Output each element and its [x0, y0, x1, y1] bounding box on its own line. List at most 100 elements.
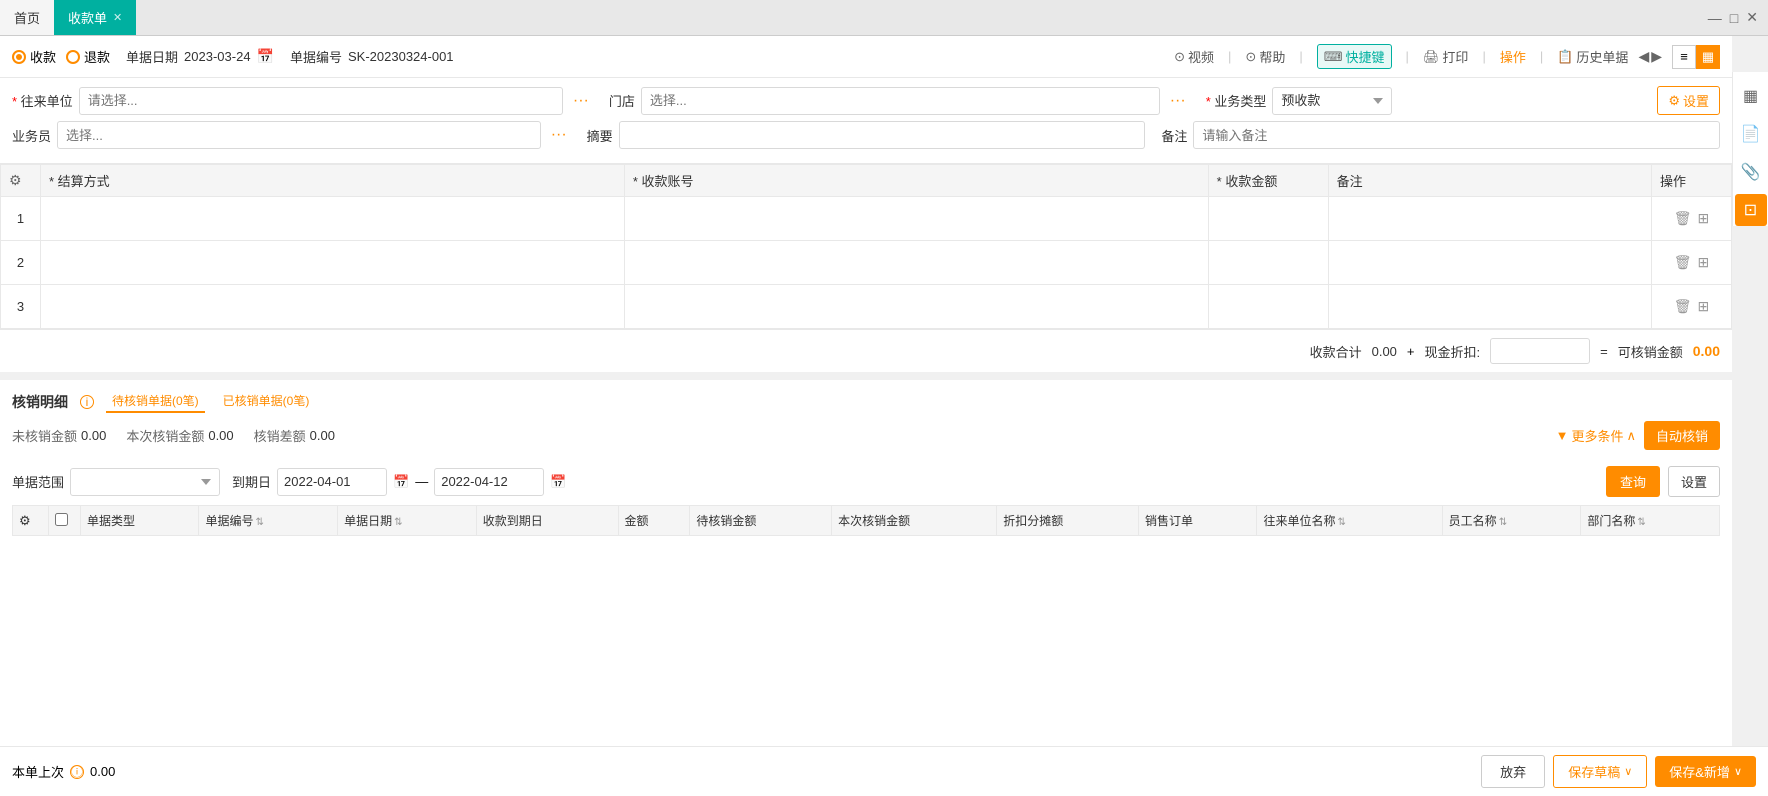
video-btn[interactable]: ⊙ 视频 [1174, 47, 1214, 66]
sidebar-attach-icon[interactable]: 📎 [1735, 156, 1767, 188]
radio-shoukuan[interactable]: 收款 [12, 47, 56, 66]
date-separator: — [415, 474, 428, 489]
delete-icon-1[interactable]: 🗑 [1674, 210, 1692, 227]
staff-field: 业务员 ··· [12, 121, 571, 149]
store-field: 门店 ··· [609, 87, 1190, 115]
close-button[interactable]: ✕ [1746, 9, 1758, 26]
video-label: 视频 [1188, 47, 1214, 66]
remark-3[interactable] [1328, 285, 1651, 329]
view-grid-btn[interactable]: ▦ [1696, 45, 1720, 69]
staff-input[interactable] [57, 121, 541, 149]
settle-method-2[interactable] [41, 241, 625, 285]
account-2[interactable] [624, 241, 1208, 285]
shortcut-icon: ⌨ [1324, 49, 1343, 65]
col-action-header: 操作 [1652, 165, 1732, 197]
hexiao-tab-pending[interactable]: 待核销单据(0笔) [106, 390, 205, 413]
shortcut-label: 快捷键 [1346, 47, 1385, 66]
date-from-input[interactable] [277, 468, 387, 496]
btcol-gear[interactable]: ⚙ [13, 506, 49, 536]
this-amount-label: 本次核销金额 [126, 426, 204, 445]
more-filter-btn[interactable]: ▼ 更多条件 ∧ [1556, 426, 1636, 445]
save-new-button[interactable]: 保存&新增 ∨ [1655, 756, 1756, 787]
remark-input[interactable] [1193, 121, 1720, 149]
settle-method-1[interactable] [41, 197, 625, 241]
staff-more-btn[interactable]: ··· [547, 126, 571, 144]
remark-2[interactable] [1328, 241, 1651, 285]
view-buttons: ≡ ▦ [1672, 45, 1720, 69]
tab-receipt[interactable]: 收款单 ✕ [54, 0, 136, 35]
nav-next-btn[interactable]: ▶ [1651, 48, 1662, 65]
delete-icon-3[interactable]: 🗑 [1674, 298, 1692, 315]
toolbar-right: ⊙ 视频 | ⊙ 帮助 | ⌨ 快捷键 | 🖨 [1174, 44, 1720, 69]
copy-icon-1[interactable]: ⊞ [1698, 210, 1710, 227]
counterparty-field: 往来单位 ··· [12, 87, 593, 115]
btcol-pending: 待核销金额 [690, 506, 832, 536]
print-btn[interactable]: 🖨 打印 [1423, 47, 1469, 66]
staff-label: 业务员 [12, 126, 51, 145]
discard-button[interactable]: 放弃 [1481, 755, 1545, 788]
store-more-btn[interactable]: ··· [1166, 92, 1190, 110]
radio-shoukuan-label: 收款 [30, 47, 56, 66]
save-draft-arrow: ∨ [1624, 765, 1632, 778]
amount-1[interactable] [1208, 197, 1328, 241]
nav-prev-btn[interactable]: ◀ [1638, 48, 1649, 65]
save-draft-button[interactable]: 保存草稿 ∨ [1553, 755, 1647, 788]
copy-icon-3[interactable]: ⊞ [1698, 298, 1710, 315]
cal-from-icon[interactable]: 📅 [393, 474, 409, 490]
diff-amount-value: 0.00 [310, 428, 335, 443]
delete-icon-2[interactable]: 🗑 [1674, 254, 1692, 271]
current-label: 本单上次 [12, 762, 64, 781]
copy-icon-2[interactable]: ⊞ [1698, 254, 1710, 271]
biztype-label: 业务类型 [1206, 91, 1267, 110]
help-btn[interactable]: ⊙ 帮助 [1245, 47, 1285, 66]
footer-info-icon[interactable]: ⓘ [70, 765, 84, 779]
date-value: 2023-03-24 [184, 49, 251, 64]
docno-field: 单据编号 SK-20230324-001 [290, 47, 454, 66]
settle-method-3[interactable] [41, 285, 625, 329]
operation-btn[interactable]: 操作 [1500, 47, 1526, 66]
hexiao-settings-btn[interactable]: 设置 [1668, 466, 1720, 497]
minimize-button[interactable]: — [1708, 10, 1722, 26]
counterparty-more-btn[interactable]: ··· [569, 92, 593, 110]
discount-input[interactable] [1490, 338, 1590, 364]
range-field: 单据范围 [12, 468, 220, 496]
col-gear-header[interactable]: ⚙ [1, 165, 41, 197]
summary-input[interactable] [619, 121, 1146, 149]
history-btn[interactable]: 📋 历史单据 [1557, 47, 1628, 66]
counterparty-label: 往来单位 [12, 91, 73, 110]
query-button[interactable]: 查询 [1606, 466, 1660, 497]
tab-bar: 首页 收款单 ✕ — □ ✕ [0, 0, 1768, 36]
sidebar-expand-icon[interactable]: ⊡ [1735, 194, 1767, 226]
view-list-btn[interactable]: ≡ [1672, 45, 1696, 69]
auto-hexiao-btn[interactable]: 自动核销 [1644, 421, 1720, 450]
section-divider [0, 372, 1732, 380]
hexiao-section: 核销明细 i 待核销单据(0笔) 已核销单据(0笔) 未核销金额 0.00 本次… [0, 380, 1732, 546]
hexiao-title: 核销明细 [12, 392, 68, 412]
summary-label: 摘要 [587, 126, 613, 145]
sidebar-table-icon[interactable]: ▦ [1735, 80, 1767, 112]
radio-tuikuan[interactable]: 退款 [66, 47, 110, 66]
date-to-input[interactable] [434, 468, 544, 496]
account-3[interactable] [624, 285, 1208, 329]
settings-button[interactable]: ⚙ 设置 [1657, 86, 1720, 115]
select-all-checkbox[interactable] [55, 513, 68, 526]
hexiao-info-icon[interactable]: i [80, 395, 94, 409]
maximize-button[interactable]: □ [1730, 10, 1738, 26]
shortcut-btn[interactable]: ⌨ 快捷键 [1317, 44, 1392, 69]
store-input[interactable] [641, 87, 1160, 115]
remark-1[interactable] [1328, 197, 1651, 241]
col-amount-header: * 收款金额 [1208, 165, 1328, 197]
hexiao-tab-done[interactable]: 已核销单据(0笔) [217, 390, 316, 413]
range-select[interactable] [70, 468, 220, 496]
tab-close-icon[interactable]: ✕ [113, 11, 122, 24]
amount-3[interactable] [1208, 285, 1328, 329]
sort-dept: ⇅ [1637, 517, 1645, 528]
cal-to-icon[interactable]: 📅 [550, 474, 566, 490]
amount-2[interactable] [1208, 241, 1328, 285]
sidebar-doc-icon[interactable]: 📄 [1735, 118, 1767, 150]
counterparty-input[interactable] [79, 87, 563, 115]
biztype-select[interactable]: 预收款 [1272, 87, 1392, 115]
account-1[interactable] [624, 197, 1208, 241]
tab-home[interactable]: 首页 [0, 0, 54, 35]
date-icon[interactable]: 📅 [257, 48, 274, 65]
